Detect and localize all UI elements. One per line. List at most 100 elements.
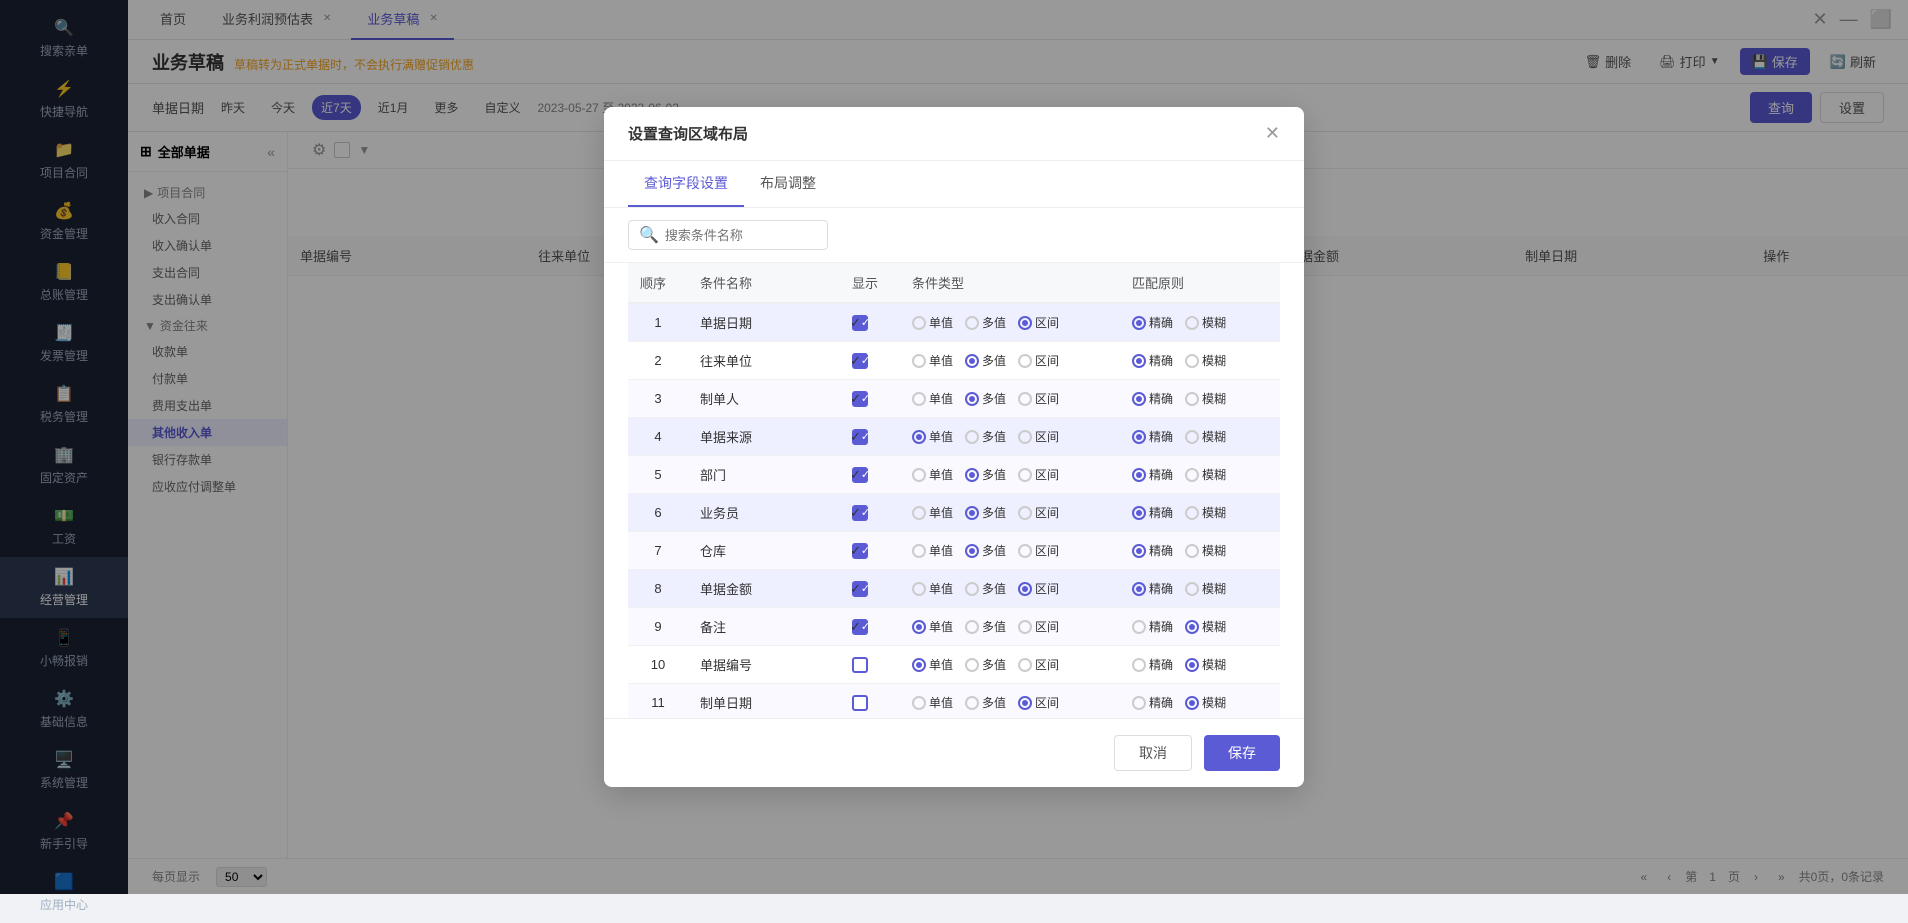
radio-multi[interactable]: 多值 (965, 694, 1006, 711)
radio-match-fuzzy[interactable]: 模糊 (1185, 694, 1226, 711)
radio-multi[interactable]: 多值 (965, 352, 1006, 369)
checkbox[interactable]: ✓ (852, 505, 868, 521)
radio-range[interactable]: 区间 (1018, 314, 1059, 331)
radio-match-fuzzy[interactable]: 模糊 (1185, 542, 1226, 559)
checkbox[interactable] (852, 657, 868, 673)
dialog-search-input[interactable] (665, 228, 841, 243)
radio-range[interactable]: 区间 (1018, 352, 1059, 369)
radio-match-exact[interactable]: 精确 (1132, 542, 1173, 559)
radio-multi[interactable]: 多值 (965, 580, 1006, 597)
radio-single[interactable]: 单值 (912, 504, 953, 521)
radio-range[interactable]: 区间 (1018, 428, 1059, 445)
row-show-checkbox[interactable] (840, 646, 900, 684)
radio-single[interactable]: 单值 (912, 390, 953, 407)
radio-match-exact[interactable]: 精确 (1132, 580, 1173, 597)
row-cond-name: 业务员 (688, 494, 840, 532)
radio-multi[interactable]: 多值 (965, 390, 1006, 407)
radio-circle-single (912, 544, 926, 558)
radio-match-exact[interactable]: 精确 (1132, 466, 1173, 483)
radio-single[interactable]: 单值 (912, 618, 953, 635)
radio-range[interactable]: 区间 (1018, 618, 1059, 635)
checkbox[interactable]: ✓ (852, 353, 868, 369)
match-rule-group: 精确模糊 (1132, 314, 1268, 331)
row-match-rule: 精确模糊 (1120, 570, 1280, 608)
row-cond-name: 单据日期 (688, 303, 840, 342)
radio-single[interactable]: 单值 (912, 428, 953, 445)
settings-table-row: 4单据来源✓单值多值区间精确模糊 (628, 418, 1280, 456)
radio-range[interactable]: 区间 (1018, 466, 1059, 483)
radio-single[interactable]: 单值 (912, 656, 953, 673)
settings-table-row: 10单据编号单值多值区间精确模糊 (628, 646, 1280, 684)
row-show-checkbox[interactable]: ✓ (840, 532, 900, 570)
radio-single[interactable]: 单值 (912, 352, 953, 369)
radio-multi[interactable]: 多值 (965, 656, 1006, 673)
row-show-checkbox[interactable] (840, 684, 900, 719)
radio-circle-single (912, 468, 926, 482)
th-cond-name: 条件名称 (688, 263, 840, 303)
radio-match-fuzzy[interactable]: 模糊 (1185, 314, 1226, 331)
radio-match-fuzzy[interactable]: 模糊 (1185, 352, 1226, 369)
radio-range[interactable]: 区间 (1018, 694, 1059, 711)
radio-match-fuzzy[interactable]: 模糊 (1185, 580, 1226, 597)
row-order: 9 (628, 608, 688, 646)
radio-match-exact[interactable]: 精确 (1132, 314, 1173, 331)
row-show-checkbox[interactable]: ✓ (840, 303, 900, 342)
row-show-checkbox[interactable]: ✓ (840, 494, 900, 532)
radio-multi[interactable]: 多值 (965, 428, 1006, 445)
radio-multi[interactable]: 多值 (965, 618, 1006, 635)
checkbox[interactable]: ✓ (852, 543, 868, 559)
radio-range[interactable]: 区间 (1018, 580, 1059, 597)
radio-multi[interactable]: 多值 (965, 504, 1006, 521)
radio-range[interactable]: 区间 (1018, 390, 1059, 407)
radio-range[interactable]: 区间 (1018, 542, 1059, 559)
row-show-checkbox[interactable]: ✓ (840, 418, 900, 456)
checkbox[interactable]: ✓ (852, 429, 868, 445)
checkbox[interactable]: ✓ (852, 581, 868, 597)
row-show-checkbox[interactable]: ✓ (840, 456, 900, 494)
checkbox[interactable]: ✓ (852, 619, 868, 635)
radio-match-exact[interactable]: 精确 (1132, 390, 1173, 407)
radio-circle-range (1018, 354, 1032, 368)
radio-single[interactable]: 单值 (912, 580, 953, 597)
radio-match-fuzzy[interactable]: 模糊 (1185, 656, 1226, 673)
radio-multi[interactable]: 多值 (965, 314, 1006, 331)
cancel-button[interactable]: 取消 (1114, 735, 1192, 771)
checkbox[interactable]: ✓ (852, 467, 868, 483)
radio-circle-single (912, 696, 926, 710)
radio-match-exact[interactable]: 精确 (1132, 694, 1173, 711)
row-show-checkbox[interactable]: ✓ (840, 342, 900, 380)
checkbox[interactable]: ✓ (852, 391, 868, 407)
radio-circle-single (912, 658, 926, 672)
row-show-checkbox[interactable]: ✓ (840, 380, 900, 418)
dialog-tab-query-fields[interactable]: 查询字段设置 (628, 161, 744, 207)
radio-single[interactable]: 单值 (912, 314, 953, 331)
radio-match-exact[interactable]: 精确 (1132, 504, 1173, 521)
radio-match-fuzzy[interactable]: 模糊 (1185, 504, 1226, 521)
radio-range[interactable]: 区间 (1018, 656, 1059, 673)
checkbox[interactable] (852, 695, 868, 711)
radio-multi[interactable]: 多值 (965, 542, 1006, 559)
radio-multi[interactable]: 多值 (965, 466, 1006, 483)
radio-match-exact[interactable]: 精确 (1132, 428, 1173, 445)
row-show-checkbox[interactable]: ✓ (840, 608, 900, 646)
radio-circle-match-exact (1132, 658, 1146, 672)
dialog-search-inner: 🔍 (628, 220, 828, 250)
cond-type-group: 单值多值区间 (912, 656, 1108, 673)
row-show-checkbox[interactable]: ✓ (840, 570, 900, 608)
radio-match-fuzzy[interactable]: 模糊 (1185, 466, 1226, 483)
dialog-close-button[interactable]: ✕ (1265, 123, 1280, 144)
radio-single[interactable]: 单值 (912, 694, 953, 711)
radio-match-fuzzy[interactable]: 模糊 (1185, 390, 1226, 407)
radio-range[interactable]: 区间 (1018, 504, 1059, 521)
save-dialog-button[interactable]: 保存 (1204, 735, 1280, 771)
radio-match-fuzzy[interactable]: 模糊 (1185, 618, 1226, 635)
radio-match-exact[interactable]: 精确 (1132, 352, 1173, 369)
radio-single[interactable]: 单值 (912, 466, 953, 483)
radio-single[interactable]: 单值 (912, 542, 953, 559)
radio-match-exact[interactable]: 精确 (1132, 618, 1173, 635)
checkbox[interactable]: ✓ (852, 315, 868, 331)
radio-match-fuzzy[interactable]: 模糊 (1185, 428, 1226, 445)
radio-match-exact[interactable]: 精确 (1132, 656, 1173, 673)
row-cond-type: 单值多值区间 (900, 342, 1120, 380)
dialog-tab-layout[interactable]: 布局调整 (744, 161, 832, 207)
